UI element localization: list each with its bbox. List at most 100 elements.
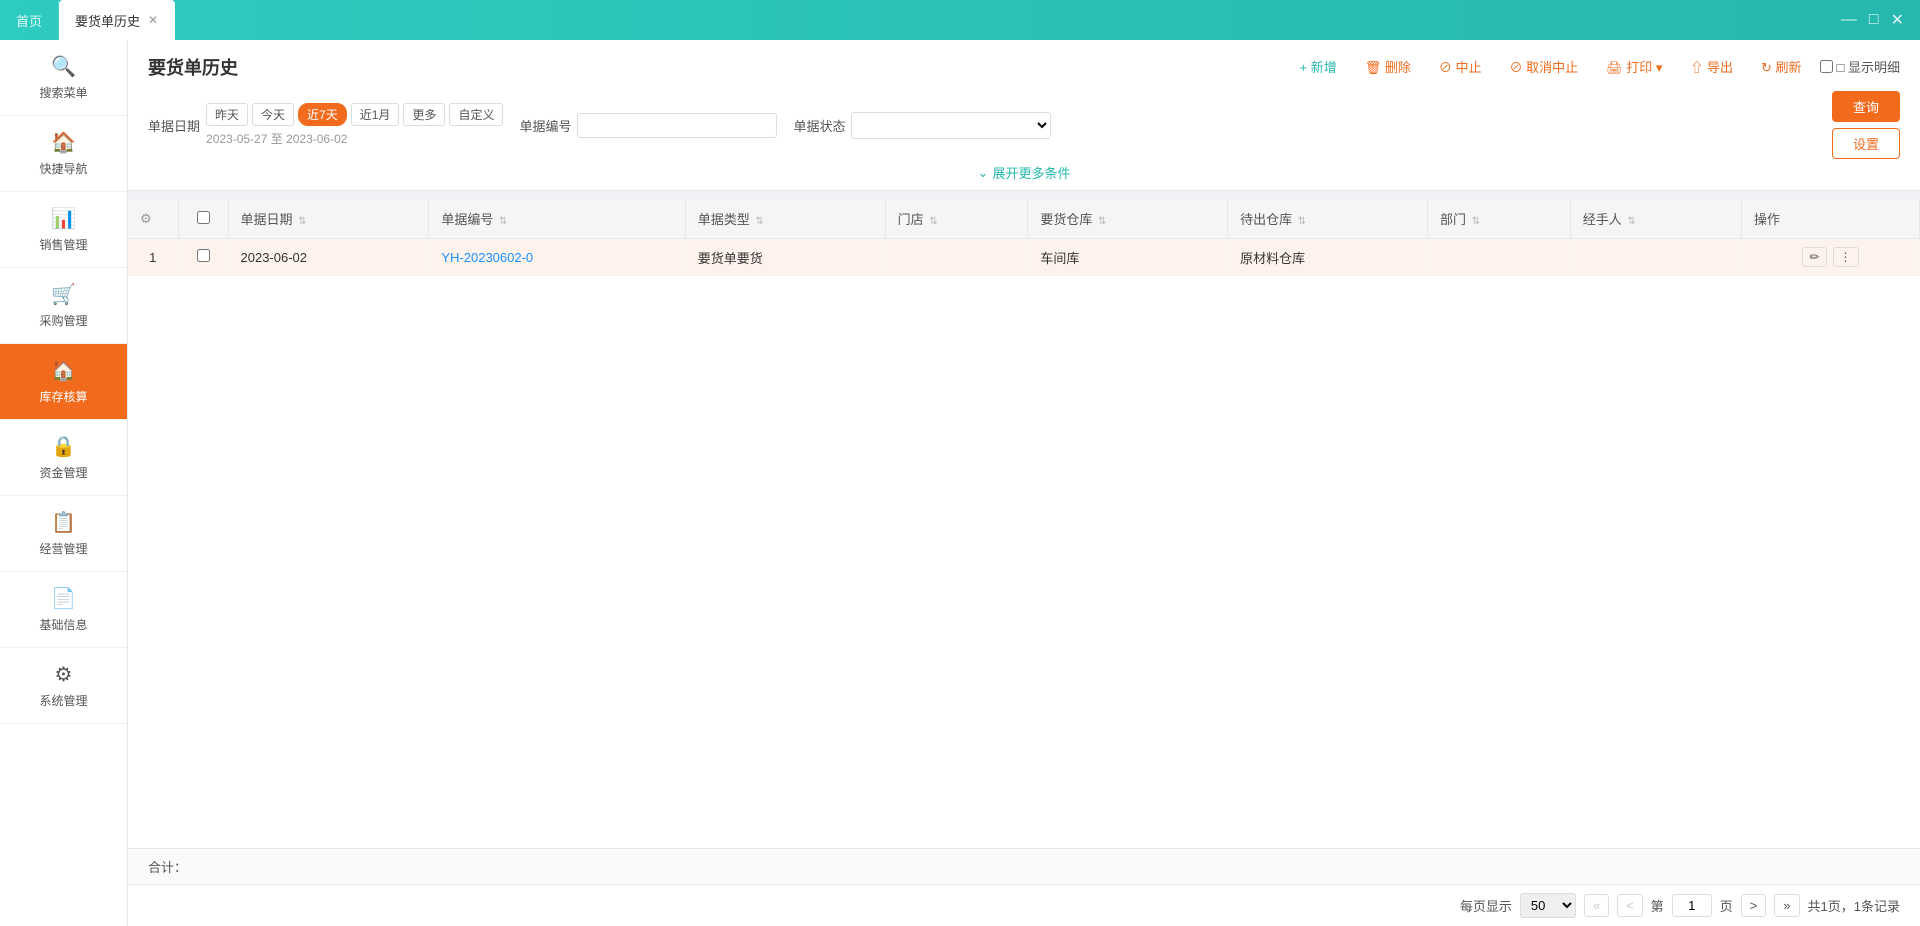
- new-button[interactable]: + 新增: [1290, 52, 1347, 81]
- close-window-icon[interactable]: ✕: [1891, 10, 1904, 30]
- row-checkbox[interactable]: [197, 249, 210, 262]
- show-detail-checkbox[interactable]: [1820, 60, 1833, 73]
- minimize-icon[interactable]: —: [1841, 11, 1857, 29]
- export-btn-label: ⇧ 导出: [1690, 57, 1733, 76]
- sidebar-item-sales[interactable]: 📊 销售管理: [0, 192, 127, 268]
- col-store-sort[interactable]: ⇅: [929, 216, 937, 227]
- doc-number-link[interactable]: YH-20230602-0: [441, 250, 533, 265]
- doc-number-label: 单据编号: [519, 116, 571, 135]
- sidebar-item-base[interactable]: 📄 基础信息: [0, 572, 127, 648]
- first-page-button[interactable]: «: [1584, 894, 1609, 917]
- col-actions-label: 操作: [1754, 212, 1780, 227]
- col-settings[interactable]: ⚙: [128, 199, 178, 239]
- last-page-button[interactable]: »: [1774, 894, 1799, 917]
- query-button[interactable]: 查询: [1832, 91, 1900, 122]
- show-detail-toggle[interactable]: □ 显示明细: [1820, 57, 1900, 76]
- date-btn-today[interactable]: 今天: [252, 103, 294, 126]
- col-doc-date-sort[interactable]: ⇅: [298, 216, 306, 227]
- filter-area: 单据日期 昨天 今天 近7天 近1月 更多 自定义 2023-05-27 至 2…: [148, 91, 1900, 190]
- next-page-button[interactable]: >: [1741, 894, 1767, 917]
- doc-status-filter: 单据状态: [793, 112, 1051, 139]
- cancel-stop-button[interactable]: ⊘ 取消中止: [1500, 52, 1589, 81]
- page-suffix: 页: [1720, 896, 1733, 915]
- total-label: 合计：: [148, 857, 187, 876]
- date-btn-more[interactable]: 更多: [403, 103, 445, 126]
- per-page-label: 每页显示: [1460, 896, 1512, 915]
- col-req-warehouse-sort[interactable]: ⇅: [1098, 216, 1106, 227]
- stop-button[interactable]: ⊘ 中止: [1429, 52, 1492, 81]
- sidebar-item-search[interactable]: 🔍 搜索菜单: [0, 40, 127, 116]
- doc-status-select[interactable]: [851, 112, 1051, 139]
- row-doc-type: 要货单要货: [685, 239, 885, 276]
- data-table-wrapper: ⚙ 单据日期 ⇅ 单据编号 ⇅: [128, 199, 1920, 848]
- row-doc-number[interactable]: YH-20230602-0: [429, 239, 685, 276]
- finance-icon: 🔒: [51, 434, 76, 459]
- date-filter-group: 昨天 今天 近7天 近1月 更多 自定义 2023-05-27 至 2023-0…: [206, 103, 503, 147]
- date-btn-month1[interactable]: 近1月: [351, 103, 400, 126]
- inventory-icon: 🏠: [51, 358, 76, 383]
- row-more-button[interactable]: ⋮: [1833, 247, 1859, 267]
- page-title-row: 要货单历史 + 新增 🗑 删除 ⊘ 中止 ⊘ 取消中止 🖨: [148, 52, 1900, 81]
- data-table: ⚙ 单据日期 ⇅ 单据编号 ⇅: [128, 199, 1920, 276]
- sidebar-item-finance[interactable]: 🔒 资金管理: [0, 420, 127, 496]
- date-btn-custom[interactable]: 自定义: [449, 103, 503, 126]
- settings-button[interactable]: 设置: [1832, 128, 1900, 159]
- date-filter: 单据日期 昨天 今天 近7天 近1月 更多 自定义 2023-05-27 至 2…: [148, 103, 503, 147]
- toolbar: + 新增 🗑 删除 ⊘ 中止 ⊘ 取消中止 🖨 打印 ▾: [1290, 52, 1900, 81]
- sidebar: 🔍 搜索菜单 🏠 快捷导航 📊 销售管理 🛒 采购管理 🏠 库存核算 🔒 资金管…: [0, 40, 128, 926]
- col-doc-type-label: 单据类型: [698, 212, 750, 227]
- prev-page-button[interactable]: <: [1617, 894, 1643, 917]
- total-info: 共1页，1条记录: [1808, 896, 1900, 915]
- tab-close-icon[interactable]: ✕: [148, 13, 158, 27]
- expand-more-row[interactable]: ⌄ 展开更多条件: [148, 163, 1900, 182]
- export-button[interactable]: ⇧ 导出: [1680, 52, 1743, 81]
- col-department-label: 部门: [1440, 212, 1466, 227]
- date-buttons-row: 昨天 今天 近7天 近1月 更多 自定义: [206, 103, 503, 126]
- select-all-checkbox[interactable]: [197, 211, 210, 224]
- row-actions-cell: ✏ ⋮: [1742, 239, 1920, 276]
- delete-button[interactable]: 🗑 删除: [1355, 52, 1421, 81]
- tab-history[interactable]: 要货单历史 ✕: [59, 0, 175, 40]
- date-btn-yesterday[interactable]: 昨天: [206, 103, 248, 126]
- show-detail-label: □ 显示明细: [1837, 57, 1900, 76]
- sidebar-item-inventory[interactable]: 🏠 库存核算: [0, 344, 127, 420]
- print-btn-label: 🖨 打印 ▾: [1606, 57, 1662, 76]
- col-settings-icon[interactable]: ⚙: [140, 211, 152, 226]
- page-size-select[interactable]: 50 100 200: [1520, 893, 1576, 918]
- refresh-button[interactable]: ↻ 刷新: [1751, 52, 1812, 81]
- expand-more-label: 展开更多条件: [992, 163, 1070, 182]
- main-layout: 🔍 搜索菜单 🏠 快捷导航 📊 销售管理 🛒 采购管理 🏠 库存核算 🔒 资金管…: [0, 40, 1920, 926]
- page-title: 要货单历史: [148, 54, 238, 80]
- sidebar-item-operations[interactable]: 📋 经营管理: [0, 496, 127, 572]
- doc-number-input[interactable]: [577, 113, 777, 138]
- maximize-icon[interactable]: □: [1869, 11, 1879, 29]
- col-req-warehouse-label: 要货仓库: [1040, 212, 1092, 227]
- delete-btn-label: 🗑 删除: [1365, 57, 1411, 76]
- sidebar-system-label: 系统管理: [39, 692, 87, 709]
- window-controls: — □ ✕: [1841, 10, 1920, 30]
- sidebar-item-quick-nav[interactable]: 🏠 快捷导航: [0, 116, 127, 192]
- col-pending-warehouse-sort[interactable]: ⇅: [1298, 216, 1306, 227]
- doc-number-filter: 单据编号: [519, 113, 777, 138]
- col-doc-type-sort[interactable]: ⇅: [755, 216, 763, 227]
- sidebar-item-purchase[interactable]: 🛒 采购管理: [0, 268, 127, 344]
- col-handler-sort[interactable]: ⇅: [1627, 216, 1635, 227]
- col-doc-number-sort[interactable]: ⇅: [499, 216, 507, 227]
- page-number-input[interactable]: [1672, 894, 1712, 917]
- print-button[interactable]: 🖨 打印 ▾: [1596, 52, 1672, 81]
- col-checkbox: [178, 199, 228, 239]
- row-handler: [1570, 239, 1741, 276]
- col-department-sort[interactable]: ⇅: [1472, 216, 1480, 227]
- sidebar-base-label: 基础信息: [39, 616, 87, 633]
- date-range-text: 2023-05-27 至 2023-06-02: [206, 130, 503, 147]
- cancel-stop-btn-label: ⊘ 取消中止: [1510, 57, 1579, 76]
- row-action-buttons: ✏ ⋮: [1754, 247, 1907, 267]
- date-btn-week7[interactable]: 近7天: [298, 103, 347, 126]
- page-header: 要货单历史 + 新增 🗑 删除 ⊘ 中止 ⊘ 取消中止 🖨: [128, 40, 1920, 191]
- row-index: 1: [128, 239, 178, 276]
- chevron-down-icon: ⌄: [978, 165, 989, 181]
- sidebar-item-system[interactable]: ⚙ 系统管理: [0, 648, 127, 724]
- tab-home[interactable]: 首页: [0, 0, 59, 40]
- row-edit-button[interactable]: ✏: [1802, 247, 1826, 267]
- table-footer: 合计：: [128, 848, 1920, 884]
